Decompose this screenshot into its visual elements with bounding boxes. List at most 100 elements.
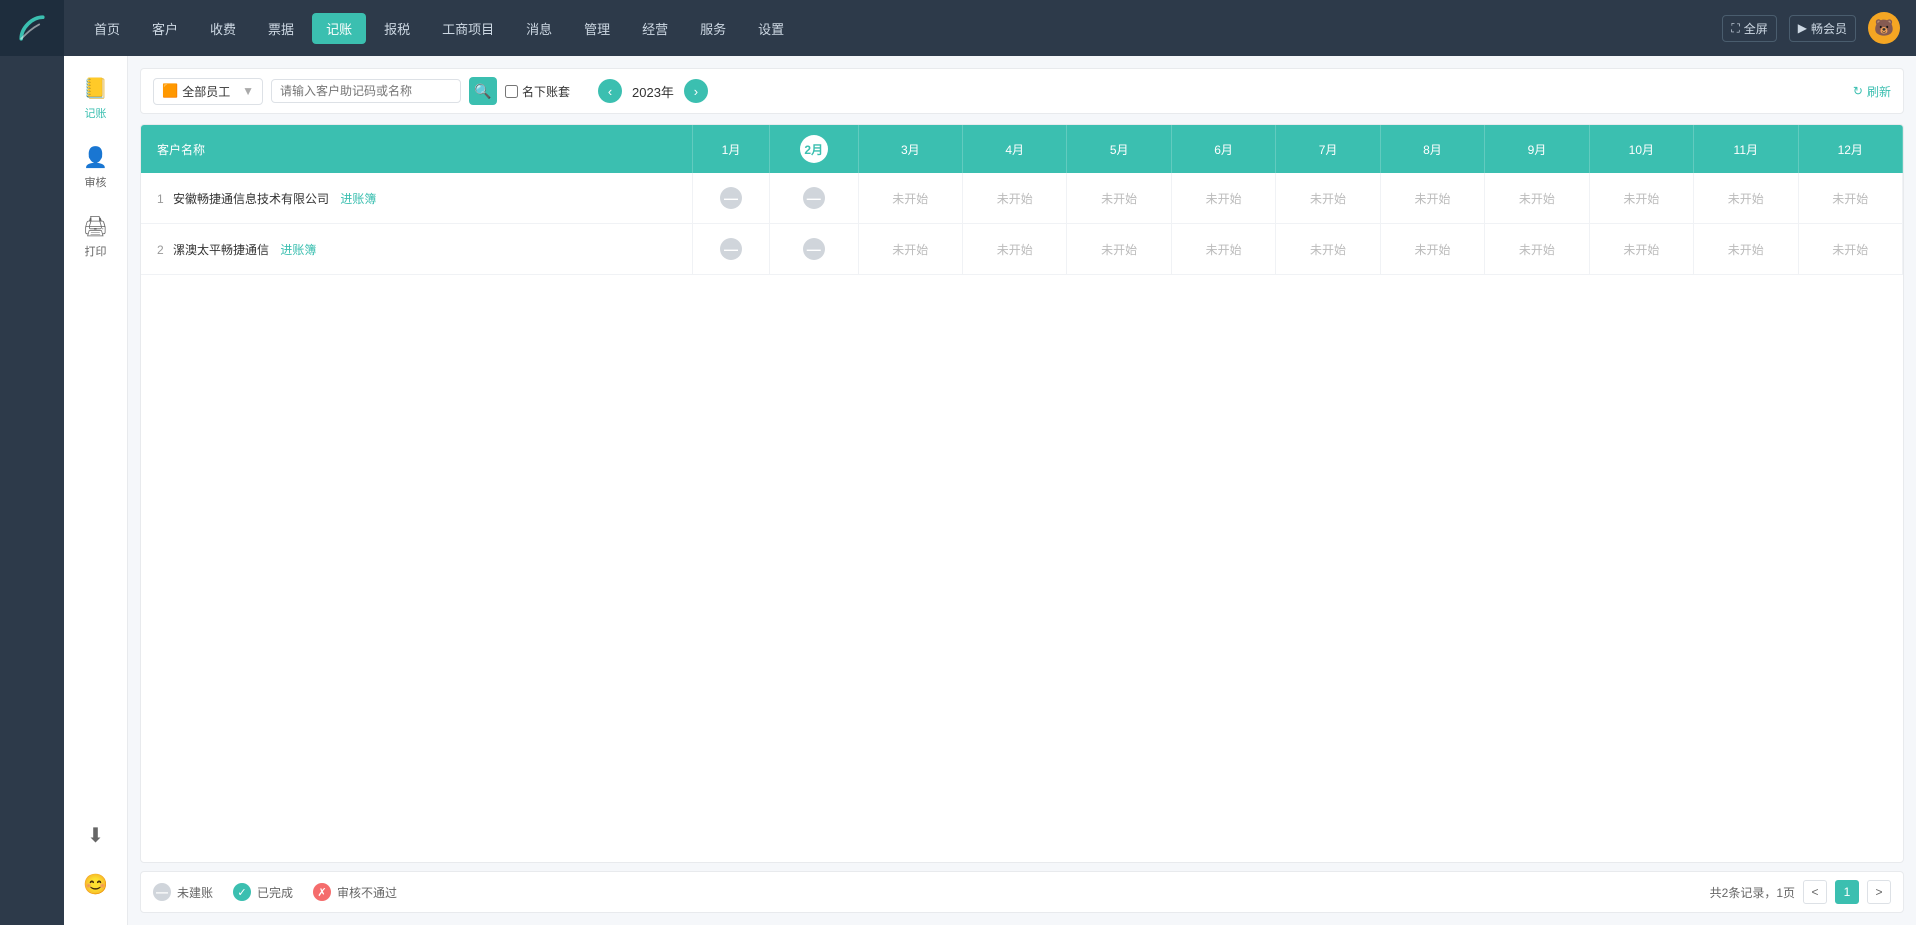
nav-service[interactable]: 服务	[686, 13, 740, 44]
row2-jul-status: 未开始	[1310, 243, 1346, 257]
employee-select[interactable]: 🟧 全部员工 ▼	[153, 78, 263, 105]
current-page-button[interactable]: 1	[1835, 880, 1859, 904]
legend-not-created-label: 未建账	[177, 884, 213, 901]
module-accounting[interactable]: 📒 记账	[64, 64, 127, 133]
fullscreen-label: 全屏	[1744, 20, 1768, 37]
nav-accounting[interactable]: 记账	[312, 13, 366, 44]
row1-feb: —	[769, 173, 858, 224]
col-nov: 11月	[1694, 125, 1798, 173]
prev-year-button[interactable]: ‹	[598, 79, 622, 103]
row2-sep-status: 未开始	[1519, 243, 1555, 257]
module-user[interactable]: 😊	[64, 860, 127, 909]
nav-billing[interactable]: 收费	[196, 13, 250, 44]
row2-mar-status: 未开始	[892, 243, 928, 257]
module-accounting-label: 记账	[85, 105, 107, 121]
legend-rejected-label: 审核不通过	[337, 884, 397, 901]
fullscreen-icon: ⛶	[1731, 21, 1739, 36]
legend-completed-label: 已完成	[257, 884, 293, 901]
row1-aug-status: 未开始	[1414, 192, 1450, 206]
user-avatar[interactable]: 🐻	[1868, 12, 1900, 44]
legend-red-dot: ✗	[313, 883, 331, 901]
search-button[interactable]: 🔍	[469, 77, 497, 105]
col-dec: 12月	[1798, 125, 1903, 173]
prev-page-button[interactable]: <	[1803, 880, 1827, 904]
module-sidebar: 📒 记账 👤 审核 🖨 打印 ⬇ 😊	[64, 56, 128, 925]
col-sep: 9月	[1485, 125, 1589, 173]
col-may: 5月	[1067, 125, 1171, 173]
nav-operation[interactable]: 经营	[628, 13, 682, 44]
row2-nov-status: 未开始	[1728, 243, 1764, 257]
row1-jun-status: 未开始	[1206, 192, 1242, 206]
my-accounts-checkbox[interactable]	[505, 85, 518, 98]
col-oct: 10月	[1589, 125, 1693, 173]
nav-invoice[interactable]: 票据	[254, 13, 308, 44]
row1-sep: 未开始	[1485, 173, 1589, 224]
row2-num: 2	[157, 243, 164, 257]
row1-nov: 未开始	[1694, 173, 1798, 224]
row1-oct: 未开始	[1589, 173, 1693, 224]
vip-label: 畅会员	[1811, 20, 1847, 37]
row1-sep-status: 未开始	[1519, 192, 1555, 206]
legend-green-dot: ✓	[233, 883, 251, 901]
nav-manage[interactable]: 管理	[570, 13, 624, 44]
month-highlight: 2月	[800, 135, 828, 163]
row1-company-name: 安徽畅捷通信息技术有限公司	[173, 192, 329, 206]
app-logo	[0, 0, 64, 56]
audit-icon: 👤	[83, 145, 108, 170]
total-records-label: 共2条记录，1页	[1710, 884, 1795, 901]
employee-icon: 🟧	[162, 83, 178, 99]
row1-may: 未开始	[1067, 173, 1171, 224]
accounting-icon: 📒	[83, 76, 108, 101]
nav-customer[interactable]: 客户	[138, 13, 192, 44]
module-download[interactable]: ⬇	[64, 811, 127, 860]
fullscreen-button[interactable]: ⛶ 全屏	[1722, 15, 1776, 42]
row1-jul: 未开始	[1276, 173, 1380, 224]
row1-jul-status: 未开始	[1310, 192, 1346, 206]
refresh-label: 刷新	[1867, 83, 1891, 100]
checkbox-label[interactable]: 名下账套	[505, 83, 570, 100]
col-jun: 6月	[1171, 125, 1275, 173]
row2-jan-status: —	[720, 238, 742, 260]
checkbox-text: 名下账套	[522, 83, 570, 100]
next-year-button[interactable]: ›	[684, 79, 708, 103]
top-navigation: 首页 客户 收费 票据 记账 报税 工商项目 消息 管理 经营 服务 设置 ⛶ …	[64, 0, 1916, 56]
legend-gray-dot: —	[153, 883, 171, 901]
refresh-button[interactable]: ↻ 刷新	[1853, 83, 1891, 100]
module-print[interactable]: 🖨 打印	[64, 202, 127, 271]
nav-home[interactable]: 首页	[80, 13, 134, 44]
module-audit-label: 审核	[85, 174, 107, 190]
col-mar: 3月	[858, 125, 962, 173]
col-customer-name: 客户名称	[141, 125, 693, 173]
nav-tax[interactable]: 报税	[370, 13, 424, 44]
table-footer: — 未建账 ✓ 已完成 ✗ 审核不通过 共2条记录，1页 < 1 >	[140, 871, 1904, 913]
vip-button[interactable]: ▶ 畅会员	[1789, 15, 1856, 42]
row2-aug-status: 未开始	[1414, 243, 1450, 257]
topnav-right: ⛶ 全屏 ▶ 畅会员 🐻	[1722, 12, 1900, 44]
row2-company-name: 漯澳太平畅捷通信	[173, 243, 269, 257]
row1-aug: 未开始	[1380, 173, 1484, 224]
row2-jun: 未开始	[1171, 224, 1275, 275]
nav-settings[interactable]: 设置	[744, 13, 798, 44]
table-row: 2 漯澳太平畅捷通信 进账簿 — — 未开始 未开始 未开始 未开始 未开始 未…	[141, 224, 1903, 275]
search-icon: 🔍	[474, 83, 491, 100]
row1-oct-status: 未开始	[1623, 192, 1659, 206]
toolbar: 🟧 全部员工 ▼ 🔍 名下账套 ‹ 2023年 ›	[140, 68, 1904, 114]
row2-nov: 未开始	[1694, 224, 1798, 275]
module-sidebar-bottom: ⬇ 😊	[64, 811, 127, 925]
accounts-table: 客户名称 1月 2月 3月 4月 5月 6月 7月 8月 9月 10月 11月	[141, 125, 1903, 275]
search-input[interactable]	[271, 79, 461, 103]
module-audit[interactable]: 👤 审核	[64, 133, 127, 202]
row1-apr: 未开始	[963, 173, 1067, 224]
next-page-button[interactable]: >	[1867, 880, 1891, 904]
row1-nov-status: 未开始	[1728, 192, 1764, 206]
col-feb: 2月	[769, 125, 858, 173]
vip-icon: ▶	[1798, 21, 1807, 35]
nav-message[interactable]: 消息	[512, 13, 566, 44]
year-navigation: ‹ 2023年 ›	[598, 79, 708, 103]
row2-feb-status: —	[803, 238, 825, 260]
col-aug: 8月	[1380, 125, 1484, 173]
nav-business[interactable]: 工商项目	[428, 13, 508, 44]
row1-enter-link[interactable]: 进账簿	[340, 192, 376, 206]
row2-enter-link[interactable]: 进账簿	[280, 243, 316, 257]
legend-not-created: — 未建账	[153, 883, 213, 901]
